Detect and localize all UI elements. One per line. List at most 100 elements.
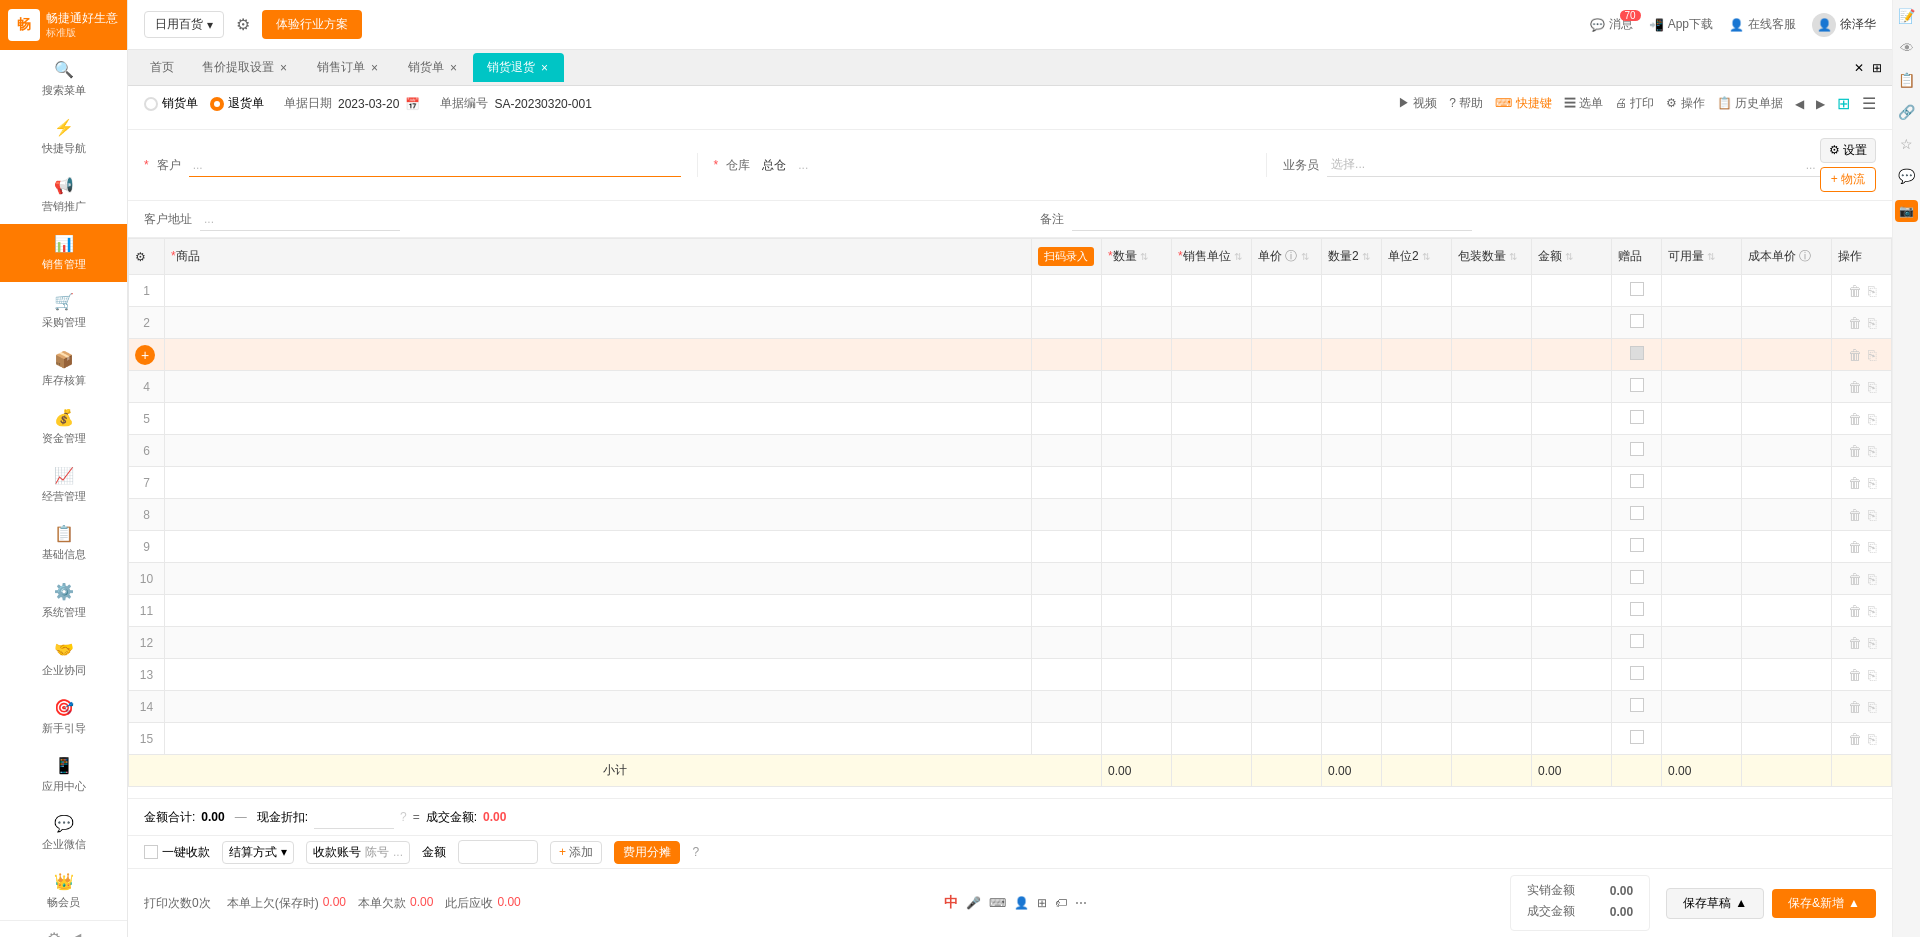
amount-cell[interactable] [1532,339,1612,371]
amount-cell[interactable] [1532,563,1612,595]
gift-cell[interactable] [1612,275,1662,307]
pack-cell[interactable] [1452,563,1532,595]
operate-btn[interactable]: ⚙ 操作 [1666,95,1704,112]
copy-row-icon[interactable]: ⎘ [1868,731,1876,747]
person-icon[interactable]: 👤 [1014,896,1029,910]
calendar-icon[interactable]: 📅 [405,97,420,111]
qty2-cell[interactable] [1322,403,1382,435]
tab-home[interactable]: 首页 [136,53,188,82]
price-cell[interactable] [1252,723,1322,755]
message-button[interactable]: 💬 消息 70 [1590,16,1633,33]
warehouse-dots[interactable]: ... [798,158,808,172]
one-click-checkbox[interactable] [144,845,158,859]
delete-row-icon[interactable]: 🗑 [1848,731,1862,747]
unit-cell[interactable] [1172,659,1252,691]
close-all-tabs-button[interactable]: ✕ [1852,61,1866,75]
available-cell[interactable] [1662,307,1742,339]
delete-row-icon[interactable]: 🗑 [1848,507,1862,523]
cost-cell[interactable] [1742,723,1832,755]
logistics-button[interactable]: + 物流 [1820,167,1876,192]
unit-cell[interactable] [1172,595,1252,627]
delete-row-icon[interactable]: 🗑 [1848,283,1862,299]
gift-checkbox[interactable] [1630,378,1644,392]
delete-row-icon[interactable]: 🗑 [1848,443,1862,459]
add-row-button[interactable]: + [135,345,155,365]
cost-cell[interactable] [1742,563,1832,595]
gift-checkbox[interactable] [1630,410,1644,424]
unit2-cell[interactable] [1382,691,1452,723]
gift-checkbox[interactable] [1630,346,1644,360]
price-cell[interactable] [1252,467,1322,499]
gift-cell[interactable] [1612,499,1662,531]
goods-cell[interactable] [165,691,1032,723]
qty-cell[interactable] [1102,563,1172,595]
sidebar-item-wechat[interactable]: 💬 企业微信 [0,804,127,862]
delete-row-icon[interactable]: 🗑 [1848,411,1862,427]
col-header-settings[interactable]: ⚙ [129,239,165,275]
tab-close-sales-order[interactable]: × [369,61,380,75]
available-cell[interactable] [1662,595,1742,627]
sidebar-item-operation[interactable]: 📈 经营管理 [0,456,127,514]
qty2-cell[interactable] [1322,531,1382,563]
price-cell[interactable] [1252,691,1322,723]
pack-cell[interactable] [1452,307,1532,339]
sidebar-item-system[interactable]: ⚙️ 系统管理 [0,572,127,630]
settings-icon[interactable]: ⚙ [135,250,146,264]
unit2-cell[interactable] [1382,435,1452,467]
available-cell[interactable] [1662,531,1742,563]
delete-row-icon[interactable]: 🗑 [1848,475,1862,491]
gift-checkbox[interactable] [1630,442,1644,456]
available-cell[interactable] [1662,563,1742,595]
cost-cell[interactable] [1742,531,1832,563]
gift-checkbox[interactable] [1630,282,1644,296]
unit2-sort-icon[interactable]: ⇅ [1422,251,1430,262]
service-button[interactable]: 👤 在线客服 [1729,16,1796,33]
sidebar-item-enterprise[interactable]: 🤝 企业协同 [0,630,127,688]
price-cell[interactable] [1252,339,1322,371]
cost-cell[interactable] [1742,595,1832,627]
pack-cell[interactable] [1452,595,1532,627]
pack-sort-icon[interactable]: ⇅ [1509,251,1517,262]
qty-cell[interactable] [1102,499,1172,531]
one-click-payment-checkbox[interactable]: 一键收款 [144,844,210,861]
delete-row-icon[interactable]: 🗑 [1848,667,1862,683]
goods-cell[interactable] [165,339,1032,371]
gift-cell[interactable] [1612,467,1662,499]
copy-row-icon[interactable]: ⎘ [1868,283,1876,299]
mic-icon[interactable]: 🎤 [966,896,981,910]
available-cell[interactable] [1662,723,1742,755]
gift-cell[interactable] [1612,403,1662,435]
amount-cell[interactable] [1532,659,1612,691]
copy-row-icon[interactable]: ⎘ [1868,347,1876,363]
sidebar-item-shortcut[interactable]: ⚡ 快捷导航 [0,108,127,166]
qty-cell[interactable] [1102,723,1172,755]
keyboard-icon[interactable]: ⌨ [989,896,1006,910]
gift-checkbox[interactable] [1630,506,1644,520]
goods-cell[interactable] [165,531,1032,563]
tab-sales[interactable]: 销货单 × [394,53,473,82]
gift-cell[interactable] [1612,723,1662,755]
unit-cell[interactable] [1172,467,1252,499]
avail-sort-icon[interactable]: ⇅ [1707,251,1715,262]
pack-cell[interactable] [1452,691,1532,723]
grid-tool-icon[interactable]: ⊞ [1037,896,1047,910]
pack-cell[interactable] [1452,371,1532,403]
gift-cell[interactable] [1612,595,1662,627]
goods-cell[interactable] [165,595,1032,627]
copy-row-icon[interactable]: ⎘ [1868,379,1876,395]
unit-cell[interactable] [1172,723,1252,755]
right-panel-icon3[interactable]: 📋 [1898,72,1915,88]
save-draft-button[interactable]: 保存草稿 ▲ [1666,888,1764,919]
tab-sales-order[interactable]: 销售订单 × [303,53,394,82]
available-cell[interactable] [1662,627,1742,659]
gift-cell[interactable] [1612,307,1662,339]
goods-cell[interactable] [165,435,1032,467]
right-panel-icon7[interactable]: 📷 [1895,200,1918,222]
sidebar-item-inventory[interactable]: 📦 库存核算 [0,340,127,398]
available-cell[interactable] [1662,435,1742,467]
qty2-cell[interactable] [1322,595,1382,627]
unit2-cell[interactable] [1382,499,1452,531]
tab-close-price-settings[interactable]: × [278,61,289,75]
cost-cell[interactable] [1742,275,1832,307]
qty-cell[interactable] [1102,659,1172,691]
